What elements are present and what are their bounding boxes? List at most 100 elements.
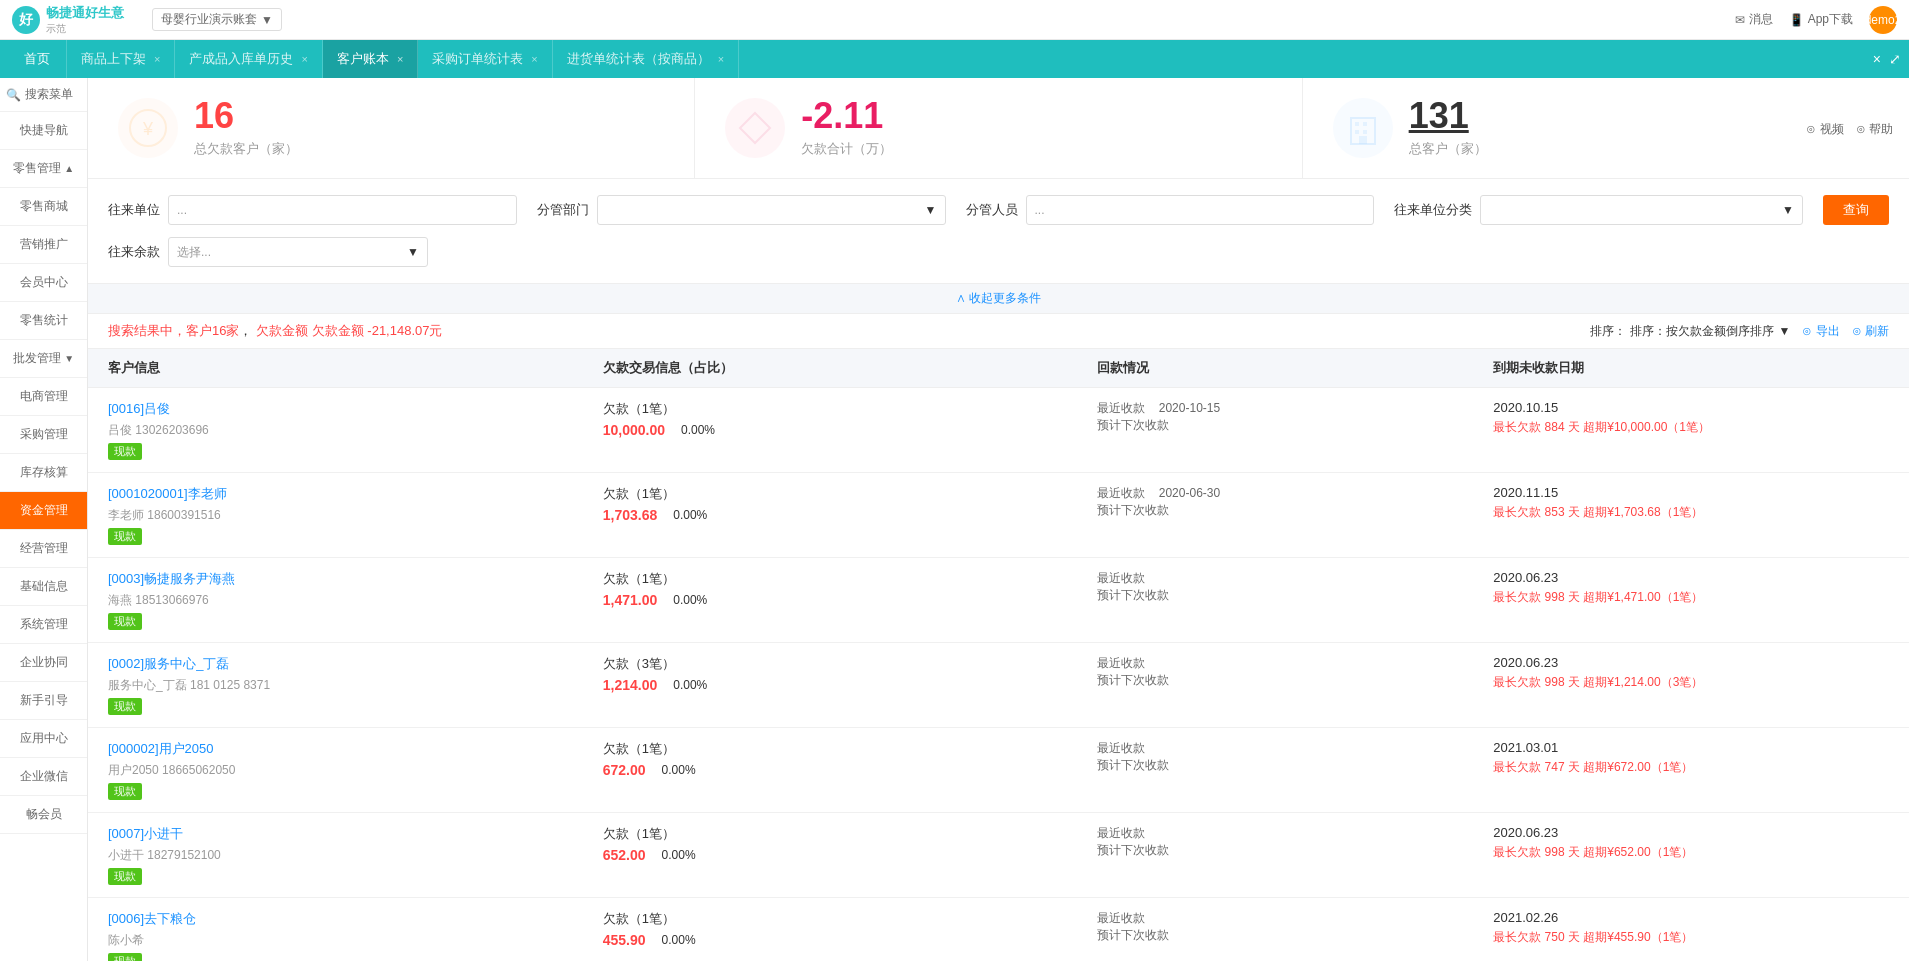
user-avatar[interactable]: demo2 <box>1869 6 1897 34</box>
svg-text:¥: ¥ <box>142 119 154 139</box>
stat-values-1: 16 总欠款客户（家） <box>194 98 298 158</box>
col-recovery: 回款情况 <box>1097 359 1493 377</box>
recovery-info-1: 最近收款 2020-10-15 预计下次收款 <box>1097 400 1493 434</box>
collapse-bar[interactable]: ∧ 收起更多条件 <box>88 284 1909 314</box>
tab-close-icon[interactable]: × <box>301 53 307 65</box>
sidebar-item-retail-stats[interactable]: 零售统计 <box>0 302 87 340</box>
debt-amount-6: 652.00 <box>603 847 646 863</box>
sidebar-item-members[interactable]: 会员中心 <box>0 264 87 302</box>
tab-goods-on-off[interactable]: 商品上下架 × <box>67 40 175 78</box>
table-row: [0016]吕俊 吕俊 13026203696 现款 欠款（1笔） 10,000… <box>88 388 1909 473</box>
stat-card-debt-total: -2.11 欠款合计（万） <box>695 78 1302 178</box>
debt-amount-2: 1,703.68 <box>603 507 658 523</box>
app-download-label: App下载 <box>1808 11 1853 28</box>
tab-product-history[interactable]: 产成品入库单历史 × <box>175 40 322 78</box>
filter-dept-select[interactable]: ▼ <box>597 195 946 225</box>
tab-close-icon[interactable]: × <box>531 53 537 65</box>
customer-name-2[interactable]: [0001020001]李老师 <box>108 485 603 503</box>
sidebar-item-member[interactable]: 畅会员 <box>0 796 87 834</box>
sort-label: 排序：按欠款金额倒序排序 <box>1630 323 1774 340</box>
filter-unit-type-select[interactable]: ▼ <box>1480 195 1803 225</box>
recovery-info-6: 最近收款 预计下次收款 <box>1097 825 1493 859</box>
customer-name-6[interactable]: [0007]小进干 <box>108 825 603 843</box>
table-header: 客户信息 欠款交易信息（占比） 回款情况 到期未收款日期 <box>88 349 1909 388</box>
customer-name-3[interactable]: [0003]畅捷服务尹海燕 <box>108 570 603 588</box>
overdue-link-5[interactable]: 超期¥672.00（1笔） <box>1583 760 1693 774</box>
sidebar-item-search[interactable]: 🔍 搜索菜单 <box>0 78 87 112</box>
nav-close-all[interactable]: × ⤢ <box>1873 51 1901 67</box>
tab-purchase-stats[interactable]: 采购订单统计表 × <box>418 40 552 78</box>
debt-amount-7: 455.90 <box>603 932 646 948</box>
sidebar-item-guide[interactable]: 新手引导 <box>0 682 87 720</box>
tab-close-icon[interactable]: × <box>397 53 403 65</box>
video-label[interactable]: ⊙ 视频 <box>1806 120 1843 137</box>
help-label[interactable]: ⊙ 帮助 <box>1856 120 1893 137</box>
result-amount: 欠款金额 欠款金额 -21,148.07元 <box>256 323 442 338</box>
message-button[interactable]: ✉ 消息 <box>1735 11 1773 28</box>
username: demo2 <box>1865 13 1902 27</box>
filter-balance-select[interactable]: 选择... ▼ <box>168 237 428 267</box>
customer-phone-5: 用户2050 18665062050 <box>108 762 603 779</box>
debt-info-6: 欠款（1笔） 652.00 0.00% <box>603 825 1098 867</box>
sidebar-item-marketing[interactable]: 营销推广 <box>0 226 87 264</box>
customer-name-4[interactable]: [0002]服务中心_丁磊 <box>108 655 603 673</box>
recovery-info-2: 最近收款 2020-06-30 预计下次收款 <box>1097 485 1493 519</box>
overdue-info-6: 2020.06.23 最长欠款 998 天 超期¥652.00（1笔） <box>1493 825 1889 861</box>
tab-home[interactable]: 首页 <box>8 40 67 78</box>
filter-row-2: 往来余款 选择... ▼ <box>108 237 1889 267</box>
message-icon: ✉ <box>1735 13 1745 27</box>
tag-now-7: 现款 <box>108 953 142 961</box>
overdue-link-4[interactable]: 超期¥1,214.00（3笔） <box>1583 675 1703 689</box>
refresh-button[interactable]: ⊙ 刷新 <box>1852 323 1889 340</box>
filter-unit-label: 往来单位 <box>108 201 160 219</box>
table-row: [0002]服务中心_丁磊 服务中心_丁磊 181 0125 8371 现款 欠… <box>88 643 1909 728</box>
overdue-link-7[interactable]: 超期¥455.90（1笔） <box>1583 930 1693 944</box>
customer-name-7[interactable]: [0006]去下粮仓 <box>108 910 603 928</box>
sidebar-item-app-center[interactable]: 应用中心 <box>0 720 87 758</box>
debt-info-1: 欠款（1笔） 10,000.00 0.00% <box>603 400 1098 442</box>
sidebar-item-wholesale[interactable]: 批发管理 ▼ <box>0 340 87 378</box>
sidebar-item-purchase[interactable]: 采购管理 <box>0 416 87 454</box>
app-download-button[interactable]: 📱 App下载 <box>1789 11 1853 28</box>
tab-close-icon[interactable]: × <box>718 53 724 65</box>
result-info: 搜索结果中，客户16家， 欠款金额 欠款金额 -21,148.07元 <box>108 322 443 340</box>
chevron-down-icon: ▼ <box>407 245 419 259</box>
overdue-link-2[interactable]: 超期¥1,703.68（1笔） <box>1583 505 1703 519</box>
overdue-link-6[interactable]: 超期¥652.00（1笔） <box>1583 845 1693 859</box>
export-button[interactable]: ⊙ 导出 <box>1802 323 1839 340</box>
collapse-label: ∧ 收起更多条件 <box>956 291 1041 305</box>
sidebar-item-system[interactable]: 系统管理 <box>0 606 87 644</box>
customer-info-7: [0006]去下粮仓 陈小希 现款 <box>108 910 603 961</box>
tab-customer-ledger[interactable]: 客户账本 × <box>323 40 418 78</box>
table-row: [0006]去下粮仓 陈小希 现款 欠款（1笔） 455.90 0.00% 最近… <box>88 898 1909 961</box>
svg-marker-2 <box>740 113 770 143</box>
debt-info-3: 欠款（1笔） 1,471.00 0.00% <box>603 570 1098 612</box>
filter-unit-input[interactable]: ... <box>168 195 517 225</box>
search-button[interactable]: 查询 <box>1823 195 1889 225</box>
sidebar-item-ecommerce[interactable]: 电商管理 <box>0 378 87 416</box>
sidebar-item-quick-nav[interactable]: 快捷导航 <box>0 112 87 150</box>
overdue-link-3[interactable]: 超期¥1,471.00（1笔） <box>1583 590 1703 604</box>
sidebar-item-retail-mall[interactable]: 零售商城 <box>0 188 87 226</box>
stat-card-debtor-customers: ¥ 16 总欠款客户（家） <box>88 78 695 178</box>
store-selector[interactable]: 母婴行业演示账套 ▼ <box>152 8 282 31</box>
sidebar-item-inventory[interactable]: 库存核算 <box>0 454 87 492</box>
sidebar-item-basic-info[interactable]: 基础信息 <box>0 568 87 606</box>
overdue-link-1[interactable]: 超期¥10,000.00（1笔） <box>1583 420 1710 434</box>
customer-name-5[interactable]: [000002]用户2050 <box>108 740 603 758</box>
sidebar-item-retail-mgmt[interactable]: 零售管理 ▲ <box>0 150 87 188</box>
sidebar-item-operations[interactable]: 经营管理 <box>0 530 87 568</box>
filter-person-input[interactable]: ... <box>1026 195 1375 225</box>
customer-info-5: [000002]用户2050 用户2050 18665062050 现款 <box>108 740 603 800</box>
sidebar-item-enterprise[interactable]: 企业协同 <box>0 644 87 682</box>
customer-name-1[interactable]: [0016]吕俊 <box>108 400 603 418</box>
tab-close-icon[interactable]: × <box>154 53 160 65</box>
customer-phone-3: 海燕 18513066976 <box>108 592 603 609</box>
overdue-info-1: 2020.10.15 最长欠款 884 天 超期¥10,000.00（1笔） <box>1493 400 1889 436</box>
sort-selector[interactable]: 排序： 排序：按欠款金额倒序排序 ▼ <box>1590 323 1790 340</box>
sidebar-item-wechat[interactable]: 企业微信 <box>0 758 87 796</box>
customer-info-2: [0001020001]李老师 李老师 18600391516 现款 <box>108 485 603 545</box>
tab-goods-stats[interactable]: 进货单统计表（按商品） × <box>553 40 739 78</box>
sidebar-item-finance[interactable]: 资金管理 <box>0 492 87 530</box>
overdue-info-5: 2021.03.01 最长欠款 747 天 超期¥672.00（1笔） <box>1493 740 1889 776</box>
